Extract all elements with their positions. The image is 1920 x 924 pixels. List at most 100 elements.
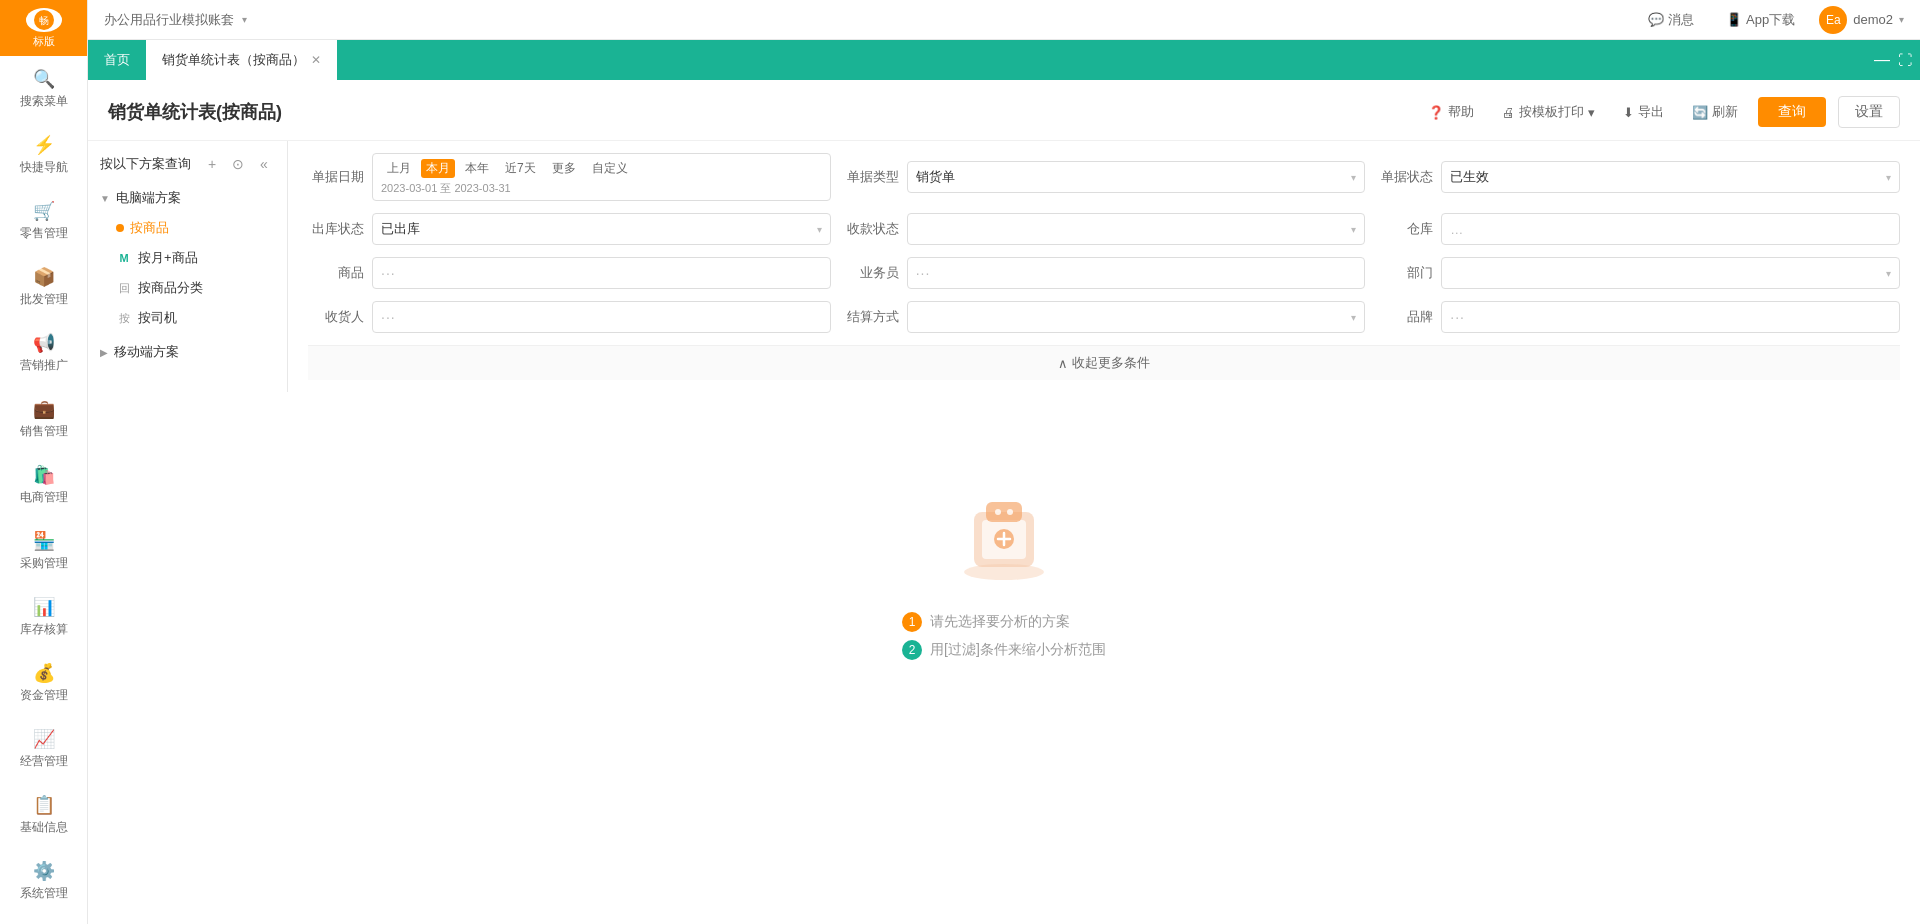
receiver-dots: ··· (381, 309, 396, 325)
tab-maximize-btn[interactable]: ⛶ (1898, 52, 1912, 68)
collapse-panel-btn[interactable]: « (253, 153, 275, 175)
tip1-text: 请先选择要分析的方案 (930, 613, 1070, 631)
print-btn[interactable]: 🖨 按模板打印 ▾ (1494, 99, 1603, 125)
tree-parent-mobile[interactable]: ▶ 移动端方案 (88, 337, 287, 367)
tree-child-by-month-product[interactable]: M 按月+商品 (88, 243, 287, 273)
filter-row-4: 收货人 ··· 结算方式 ▾ 品牌 (308, 301, 1900, 333)
department-label: 部门 (1377, 264, 1433, 282)
payment-control[interactable]: ▾ (907, 213, 1366, 245)
type-control[interactable]: 销货单 ▾ (907, 161, 1366, 193)
sidebar-item-retail[interactable]: 🛒 零售管理 (0, 188, 87, 254)
date-tab-more[interactable]: 更多 (546, 158, 582, 179)
month-product-icon: M (116, 250, 132, 266)
help-btn[interactable]: ❓ 帮助 (1420, 99, 1482, 125)
sidebar-item-purchase[interactable]: 🏪 采购管理 (0, 518, 87, 584)
tab-report[interactable]: 销货单统计表（按商品） ✕ (146, 40, 337, 80)
user-info[interactable]: Ea demo2 ▾ (1819, 6, 1904, 34)
edit-scheme-btn[interactable]: ⊙ (227, 153, 249, 175)
filter-area: 按以下方案查询 + ⊙ « ▼ 电脑端方案 按商品 (88, 141, 1920, 392)
sidebar-nav: 🔍 搜索菜单 ⚡ 快捷导航 🛒 零售管理 📦 批发管理 📢 营销推广 💼 销售管… (0, 56, 87, 924)
tree-child-by-product[interactable]: 按商品 (88, 213, 287, 243)
page-actions: ❓ 帮助 🖨 按模板打印 ▾ ⬇ 导出 🔄 刷新 查询 设置 (1420, 96, 1900, 128)
filter-brand: 品牌 ··· (1377, 301, 1900, 333)
sidebar-item-operations[interactable]: 📈 经营管理 (0, 716, 87, 782)
stock-label: 出库状态 (308, 220, 364, 238)
department-control[interactable]: ▾ (1441, 257, 1900, 289)
date-tab-7days[interactable]: 近7天 (499, 158, 542, 179)
refresh-icon: 🔄 (1692, 105, 1708, 120)
marketing-icon: 📢 (33, 332, 55, 354)
settings-btn[interactable]: 设置 (1838, 96, 1900, 128)
sidebar-item-quicknav-label: 快捷导航 (20, 159, 68, 176)
sidebar-item-wholesale[interactable]: 📦 批发管理 (0, 254, 87, 320)
download-icon: 📱 (1726, 12, 1742, 27)
download-label: App下载 (1746, 11, 1795, 29)
message-btn[interactable]: 💬 消息 (1640, 7, 1702, 33)
add-scheme-btn[interactable]: + (201, 153, 223, 175)
tab-report-label: 销货单统计表（按商品） (162, 51, 305, 69)
salesperson-control[interactable]: ··· (907, 257, 1366, 289)
tab-minimize-btn[interactable]: — (1874, 51, 1890, 69)
payment-label: 收款状态 (843, 220, 899, 238)
tree-child-label-by-cashier: 按司机 (138, 309, 177, 327)
sidebar-item-marketing[interactable]: 📢 营销推广 (0, 320, 87, 386)
stock-control[interactable]: 已出库 ▾ (372, 213, 831, 245)
sidebar-item-inventory[interactable]: 📊 库存核算 (0, 584, 87, 650)
salesperson-dots: ··· (916, 265, 931, 281)
sidebar-item-operations-label: 经营管理 (20, 753, 68, 770)
date-tab-custom[interactable]: 自定义 (586, 158, 634, 179)
date-tab-this-month[interactable]: 本月 (421, 159, 455, 178)
operations-icon: 📈 (33, 728, 55, 750)
topbar-left: 办公用品行业模拟账套 ▾ (104, 11, 247, 29)
tab-close-btn[interactable]: ✕ (311, 53, 321, 67)
sidebar-item-system[interactable]: ⚙️ 系统管理 (0, 848, 87, 914)
department-arrow: ▾ (1886, 268, 1891, 279)
tree-child-label-by-category: 按商品分类 (138, 279, 203, 297)
export-btn[interactable]: ⬇ 导出 (1615, 99, 1672, 125)
date-tab-this-year[interactable]: 本年 (459, 158, 495, 179)
receiver-control[interactable]: ··· (372, 301, 831, 333)
query-btn[interactable]: 查询 (1758, 97, 1826, 127)
sidebar-item-enterprise[interactable]: 🏢 企业协同 (0, 914, 87, 924)
date-control[interactable]: 上月 本月 本年 近7天 更多 自定义 2023-03-01 至 2023-03… (372, 153, 831, 201)
type-value: 销货单 (916, 168, 955, 186)
brand-control[interactable]: ··· (1441, 301, 1900, 333)
svg-point-10 (1007, 509, 1013, 515)
tree-parent-pc[interactable]: ▼ 电脑端方案 (88, 183, 287, 213)
username-label: demo2 (1853, 12, 1893, 27)
status-control[interactable]: 已生效 ▾ (1441, 161, 1900, 193)
cashier-icon: 按 (116, 310, 132, 326)
sidebar-item-finance-label: 资金管理 (20, 687, 68, 704)
sidebar-item-quicknav[interactable]: ⚡ 快捷导航 (0, 122, 87, 188)
status-arrow: ▾ (1886, 172, 1891, 183)
tree-pc: ▼ 电脑端方案 按商品 M 按月+商品 回 按商品分类 (88, 183, 287, 333)
date-tabs-row: 上月 本月 本年 近7天 更多 自定义 (381, 158, 822, 179)
print-label: 按模板打印 (1519, 103, 1584, 121)
tree-child-by-cashier[interactable]: 按 按司机 (88, 303, 287, 333)
settlement-arrow: ▾ (1351, 312, 1356, 323)
sidebar-item-marketing-label: 营销推广 (20, 357, 68, 374)
sidebar-item-sales[interactable]: 💼 销售管理 (0, 386, 87, 452)
sidebar-item-finance[interactable]: 💰 资金管理 (0, 650, 87, 716)
warehouse-control[interactable]: … (1441, 213, 1900, 245)
active-dot (116, 224, 124, 232)
sidebar-item-search[interactable]: 🔍 搜索菜单 (0, 56, 87, 122)
title-dropdown-arrow[interactable]: ▾ (242, 14, 247, 25)
sidebar-item-wholesale-label: 批发管理 (20, 291, 68, 308)
warehouse-placeholder: … (1450, 222, 1463, 237)
refresh-btn[interactable]: 🔄 刷新 (1684, 99, 1746, 125)
left-panel: 按以下方案查询 + ⊙ « ▼ 电脑端方案 按商品 (88, 141, 288, 392)
tree-child-by-category[interactable]: 回 按商品分类 (88, 273, 287, 303)
app-download-btn[interactable]: 📱 App下载 (1718, 7, 1803, 33)
tip2-text: 用[过滤]条件来缩小分析范围 (930, 641, 1106, 659)
collapse-bar[interactable]: ∧ 收起更多条件 (308, 345, 1900, 380)
date-tab-last-month[interactable]: 上月 (381, 158, 417, 179)
print-dropdown-arrow: ▾ (1588, 105, 1595, 120)
tab-home[interactable]: 首页 (88, 40, 146, 80)
sidebar-item-ecommerce[interactable]: 🛍️ 电商管理 (0, 452, 87, 518)
status-value: 已生效 (1450, 168, 1489, 186)
warehouse-label: 仓库 (1377, 220, 1433, 238)
product-control[interactable]: ··· (372, 257, 831, 289)
sidebar-item-basic[interactable]: 📋 基础信息 (0, 782, 87, 848)
settlement-control[interactable]: ▾ (907, 301, 1366, 333)
